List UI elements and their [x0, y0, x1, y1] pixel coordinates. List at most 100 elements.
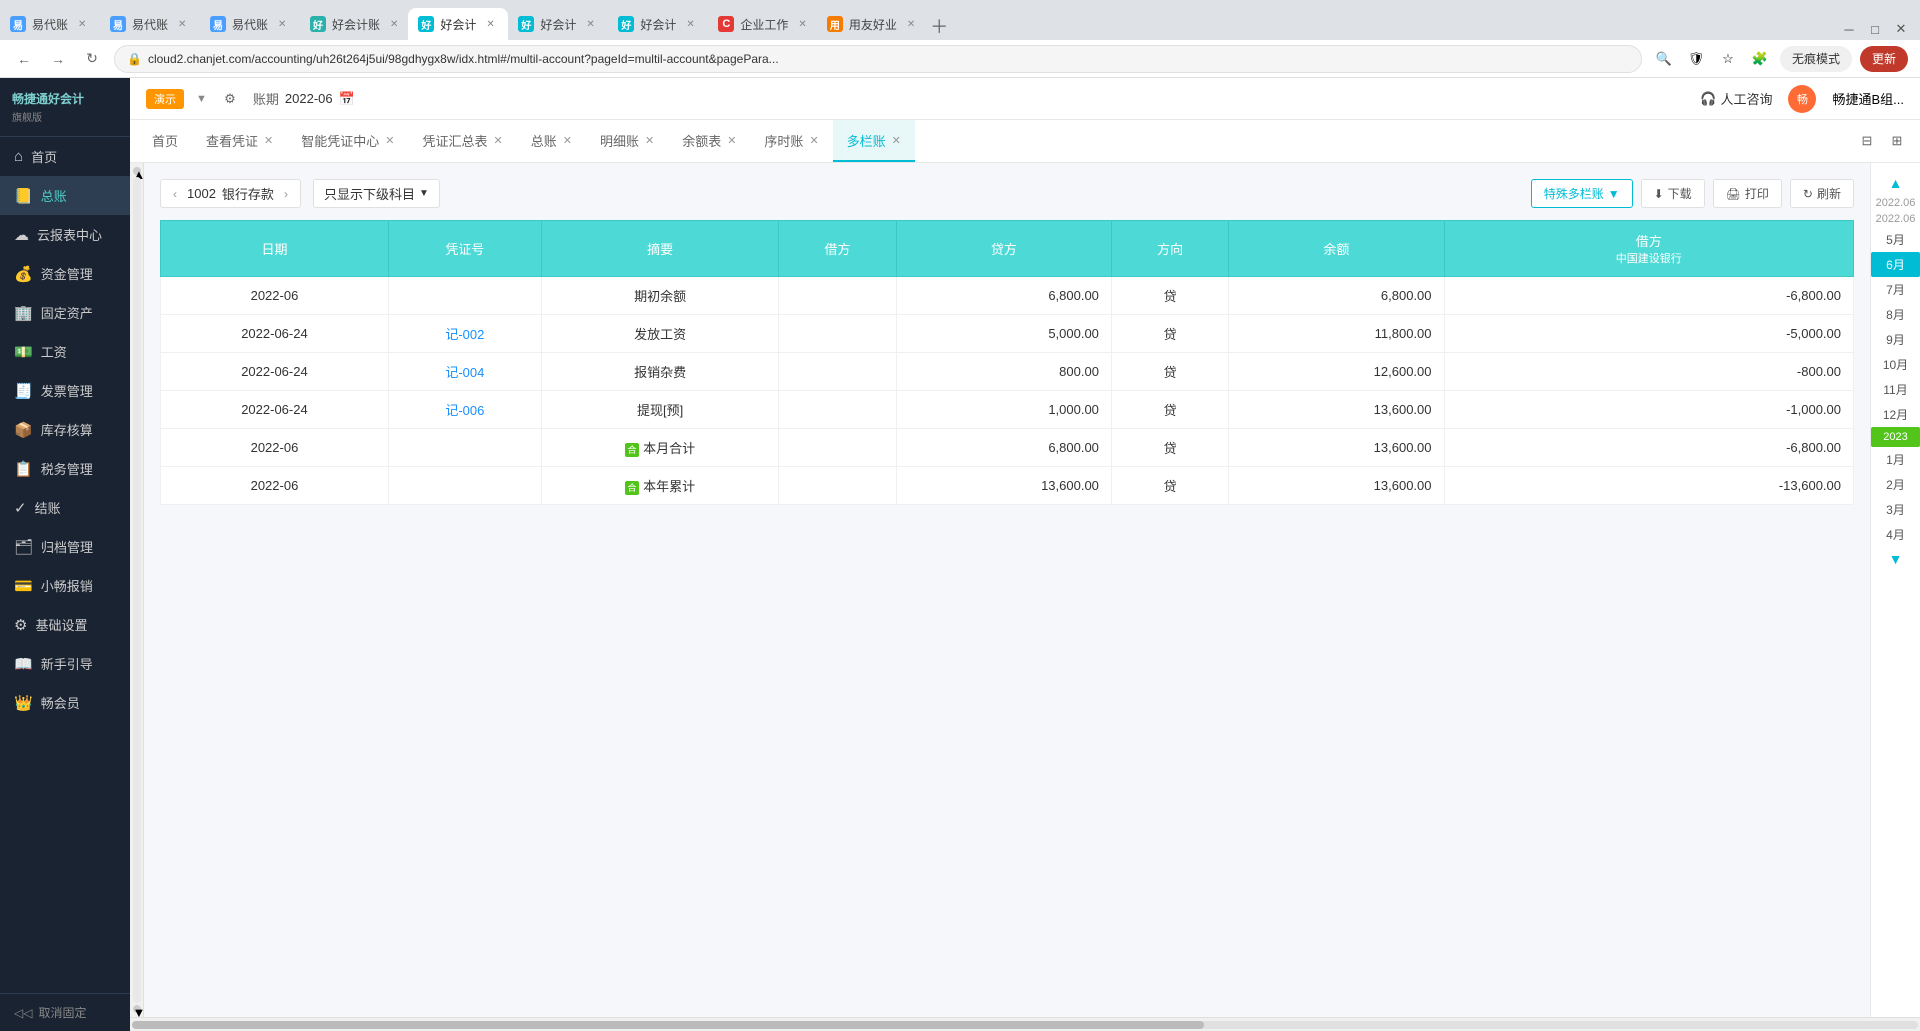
- browser-tab-6[interactable]: 好 好会计 ✕: [508, 8, 608, 40]
- sidebar-item-fixed-asset[interactable]: 🏢 固定资产: [0, 293, 130, 332]
- tab-close-voucher-summary[interactable]: ✕: [494, 134, 503, 147]
- sidebar-item-member[interactable]: 👑 畅会员: [0, 683, 130, 722]
- refresh-button[interactable]: ↻: [80, 47, 104, 71]
- refresh-button[interactable]: ↻ 刷新: [1790, 179, 1854, 208]
- sidebar-item-cloud-report[interactable]: ☁ 云报表中心: [0, 215, 130, 254]
- forward-button[interactable]: →: [46, 47, 70, 71]
- window-maximize[interactable]: □: [1864, 18, 1886, 40]
- voucher-no-cell[interactable]: 记-006: [388, 391, 541, 429]
- tab-close-sequence-ledger[interactable]: ✕: [809, 134, 818, 147]
- tab-detail-ledger[interactable]: 明细账 ✕: [586, 120, 668, 162]
- tab-close-8[interactable]: ✕: [798, 19, 806, 30]
- timeline-month-6[interactable]: 6月: [1871, 252, 1920, 277]
- shield-icon[interactable]: 🛡: [1684, 47, 1708, 71]
- browser-tab-3[interactable]: 易 易代账 ✕: [200, 8, 300, 40]
- print-button[interactable]: 🖨 打印: [1713, 179, 1782, 208]
- sub-account-filter[interactable]: 只显示下级科目 ▼: [313, 179, 440, 208]
- user-avatar[interactable]: 畅: [1788, 85, 1816, 113]
- sidebar-item-guide[interactable]: 📖 新手引导: [0, 644, 130, 683]
- expand-panel-button[interactable]: ⊞: [1882, 126, 1912, 156]
- timeline-month-9[interactable]: 9月: [1871, 327, 1920, 352]
- browser-tab-9[interactable]: 用 用友好业 ✕: [817, 8, 925, 40]
- new-tab-button[interactable]: ＋: [925, 12, 953, 40]
- tab-close-general-ledger[interactable]: ✕: [563, 134, 572, 147]
- tab-close-9[interactable]: ✕: [907, 19, 915, 30]
- extension-icon[interactable]: 🧩: [1748, 47, 1772, 71]
- demo-dropdown-icon[interactable]: ▼: [196, 93, 207, 105]
- timeline-month-11[interactable]: 11月: [1871, 377, 1920, 402]
- update-button[interactable]: 更新: [1860, 46, 1908, 72]
- timeline-month-3[interactable]: 3月: [1871, 497, 1920, 522]
- bookmark-icon[interactable]: ☆: [1716, 47, 1740, 71]
- sidebar-item-invoice[interactable]: 🧾 发票管理: [0, 371, 130, 410]
- tab-close-smart-voucher[interactable]: ✕: [385, 134, 394, 147]
- tab-close-6[interactable]: ✕: [586, 19, 594, 30]
- tab-close-balance-table[interactable]: ✕: [727, 134, 736, 147]
- customer-service-button[interactable]: 🎧 人工咨询: [1700, 89, 1772, 108]
- tab-close-3[interactable]: ✕: [278, 19, 286, 30]
- sidebar-item-ledger[interactable]: 📒 总账: [0, 176, 130, 215]
- timeline-month-8[interactable]: 8月: [1871, 302, 1920, 327]
- tab-general-ledger[interactable]: 总账 ✕: [517, 120, 586, 162]
- browser-tab-1[interactable]: 易 易代账 ✕: [0, 8, 100, 40]
- voucher-no-cell[interactable]: 记-002: [388, 315, 541, 353]
- tab-close-7[interactable]: ✕: [686, 19, 694, 30]
- tab-view-voucher[interactable]: 查看凭证 ✕: [192, 120, 287, 162]
- tab-multi-column[interactable]: 多栏账 ✕: [833, 120, 915, 162]
- timeline-month-4[interactable]: 4月: [1871, 522, 1920, 547]
- tab-close-1[interactable]: ✕: [78, 19, 86, 30]
- account-next-button[interactable]: ›: [280, 187, 292, 201]
- scroll-thumb-h[interactable]: [132, 1021, 1204, 1029]
- download-button[interactable]: ⬇ 下载: [1641, 179, 1705, 208]
- sidebar-item-archive[interactable]: 🗂 归档管理: [0, 527, 130, 566]
- browser-tab-7[interactable]: 好 好会计 ✕: [608, 8, 708, 40]
- tab-balance-table[interactable]: 余额表 ✕: [668, 120, 750, 162]
- timeline-year-2023[interactable]: 2023: [1871, 427, 1920, 447]
- browser-tab-2[interactable]: 易 易代账 ✕: [100, 8, 200, 40]
- horizontal-scrollbar[interactable]: [130, 1017, 1920, 1031]
- url-bar[interactable]: 🔒 cloud2.chanjet.com/accounting/uh26t264…: [114, 45, 1642, 73]
- stealth-mode-button[interactable]: 无痕模式: [1780, 46, 1852, 72]
- tab-close-5[interactable]: ✕: [486, 19, 494, 30]
- tab-close-view-voucher[interactable]: ✕: [264, 134, 273, 147]
- tab-smart-voucher[interactable]: 智能凭证中心 ✕: [287, 120, 408, 162]
- timeline-month-5[interactable]: 5月: [1871, 227, 1920, 252]
- settings-gear-icon[interactable]: ⚙: [219, 88, 241, 110]
- back-button[interactable]: ←: [12, 47, 36, 71]
- tab-close-detail-ledger[interactable]: ✕: [645, 134, 654, 147]
- cancel-pin-button[interactable]: ◁◁ 取消固定: [0, 993, 130, 1031]
- timeline-month-2[interactable]: 2月: [1871, 472, 1920, 497]
- timeline-down-arrow[interactable]: ▼: [1889, 551, 1903, 567]
- window-close[interactable]: ✕: [1890, 18, 1912, 40]
- timeline-month-10[interactable]: 10月: [1871, 352, 1920, 377]
- browser-tab-4[interactable]: 好 好会计账 ✕: [300, 8, 408, 40]
- collapse-panel-button[interactable]: ⊟: [1852, 126, 1882, 156]
- tab-close-multi-column[interactable]: ✕: [892, 134, 901, 147]
- sidebar-item-salary[interactable]: 💵 工资: [0, 332, 130, 371]
- tab-voucher-summary[interactable]: 凭证汇总表 ✕: [408, 120, 516, 162]
- sidebar-item-inventory[interactable]: 📦 库存核算: [0, 410, 130, 449]
- timeline-month-1[interactable]: 1月: [1871, 447, 1920, 472]
- sidebar-item-settings[interactable]: ⚙ 基础设置: [0, 605, 130, 644]
- sidebar-item-fund[interactable]: 💰 资金管理: [0, 254, 130, 293]
- calendar-icon[interactable]: 📅: [339, 91, 355, 107]
- tab-close-4[interactable]: ✕: [390, 19, 398, 30]
- tab-close-2[interactable]: ✕: [178, 19, 186, 30]
- sidebar-item-home[interactable]: ⌂ 首页: [0, 137, 130, 176]
- scroll-up-button[interactable]: ▲: [133, 167, 141, 175]
- tab-sequence-ledger[interactable]: 序时账 ✕: [750, 120, 832, 162]
- timeline-month-12[interactable]: 12月: [1871, 402, 1920, 427]
- search-icon[interactable]: 🔍: [1652, 47, 1676, 71]
- browser-tab-5[interactable]: 好 好会计 ✕: [408, 8, 508, 40]
- window-minimize[interactable]: ─: [1838, 18, 1860, 40]
- sidebar-item-tax[interactable]: 📋 税务管理: [0, 449, 130, 488]
- browser-tab-8[interactable]: C 企业工作 ✕: [708, 8, 816, 40]
- tab-home[interactable]: 首页: [138, 120, 192, 162]
- sidebar-item-close[interactable]: ✓ 结账: [0, 488, 130, 527]
- special-column-button[interactable]: 特殊多栏账 ▼: [1531, 179, 1633, 208]
- vertical-scrollbar[interactable]: ▲ ▼: [130, 163, 144, 1017]
- scroll-down-button[interactable]: ▼: [133, 1005, 141, 1013]
- voucher-no-cell[interactable]: 记-004: [388, 353, 541, 391]
- account-prev-button[interactable]: ‹: [169, 187, 181, 201]
- sidebar-item-expense[interactable]: 💳 小畅报销: [0, 566, 130, 605]
